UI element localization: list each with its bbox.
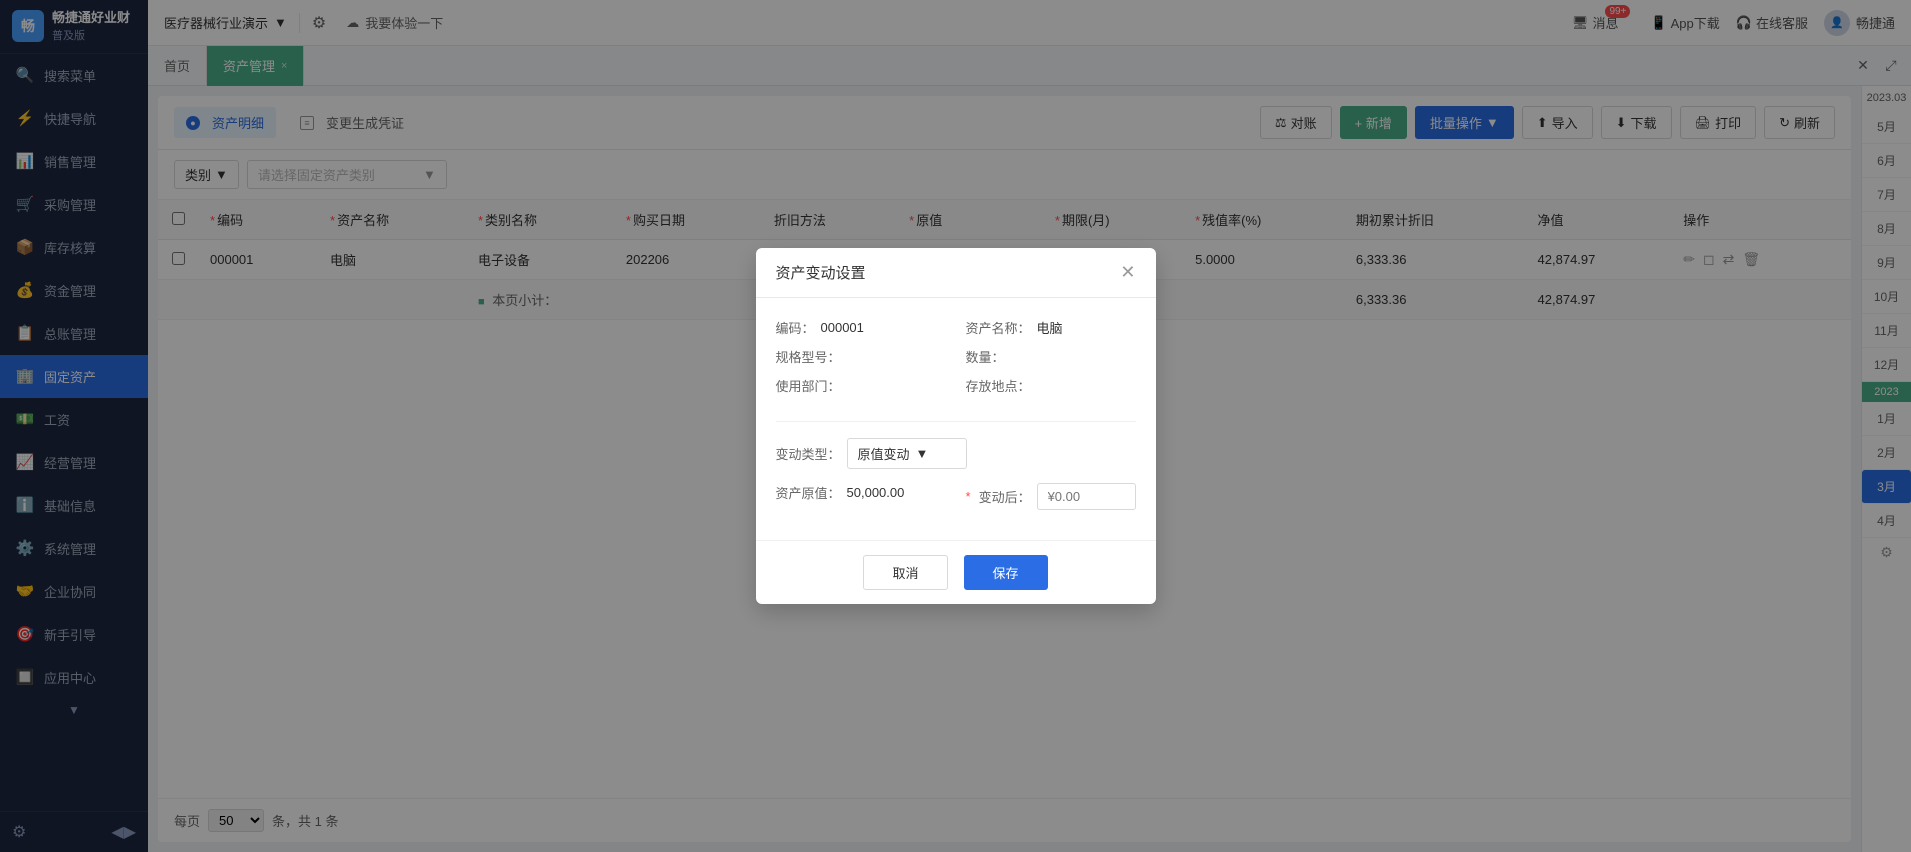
modal-field-code: 编码： 000001 <box>776 318 946 337</box>
save-btn[interactable]: 保存 <box>964 555 1048 590</box>
after-value-required-star: * <box>966 489 971 504</box>
modal-row-1: 编码： 000001 资产名称： 电脑 <box>776 318 1136 337</box>
modal-title: 资产变动设置 <box>776 262 866 283</box>
after-value-label: 变动后： <box>979 487 1031 506</box>
modal-info-section: 编码： 000001 资产名称： 电脑 规格型号： 数量： <box>776 318 1136 422</box>
dept-label: 使用部门： <box>776 376 841 395</box>
code-value: 000001 <box>821 320 864 335</box>
asset-name-label: 资产名称： <box>966 318 1031 337</box>
modal-field-dept: 使用部门： <box>776 376 946 395</box>
original-value-label: 资产原值： <box>776 483 841 502</box>
modal-field-location: 存放地点： <box>966 376 1136 395</box>
change-type-label: 变动类型： <box>776 444 841 463</box>
modal-field-quantity: 数量： <box>966 347 1136 366</box>
change-type-value: 原值变动 <box>858 444 910 463</box>
modal-field-spec: 规格型号： <box>776 347 946 366</box>
location-label: 存放地点： <box>966 376 1031 395</box>
modal-body: 编码： 000001 资产名称： 电脑 规格型号： 数量： <box>756 298 1156 540</box>
modal-field-asset-name: 资产名称： 电脑 <box>966 318 1136 337</box>
code-label: 编码： <box>776 318 815 337</box>
asset-name-value: 电脑 <box>1037 318 1063 337</box>
modal-close-icon[interactable]: ✕ <box>1120 262 1135 283</box>
spec-label: 规格型号： <box>776 347 841 366</box>
modal-field-after-value: * 变动后： <box>966 483 1136 510</box>
modal-field-change-type: 变动类型： 原值变动 ▼ <box>776 438 1136 469</box>
modal-row-3: 使用部门： 存放地点： <box>776 376 1136 395</box>
modal-footer: 取消 保存 <box>756 540 1156 604</box>
modal-row-values: 资产原值： 50,000.00 * 变动后： <box>776 483 1136 510</box>
quantity-label: 数量： <box>966 347 1005 366</box>
original-value-value: 50,000.00 <box>847 485 905 500</box>
modal-row-change-type: 变动类型： 原值变动 ▼ <box>776 438 1136 469</box>
modal-header: 资产变动设置 ✕ <box>756 248 1156 298</box>
modal-field-original-value: 资产原值： 50,000.00 <box>776 483 946 502</box>
modal-row-2: 规格型号： 数量： <box>776 347 1136 366</box>
modal-overlay: 资产变动设置 ✕ 编码： 000001 资产名称： 电脑 规格型号： <box>0 0 1911 852</box>
after-value-input[interactable] <box>1037 483 1136 510</box>
change-type-arrow: ▼ <box>916 446 929 461</box>
change-type-select[interactable]: 原值变动 ▼ <box>847 438 967 469</box>
cancel-btn[interactable]: 取消 <box>863 555 947 590</box>
asset-change-modal: 资产变动设置 ✕ 编码： 000001 资产名称： 电脑 规格型号： <box>756 248 1156 604</box>
